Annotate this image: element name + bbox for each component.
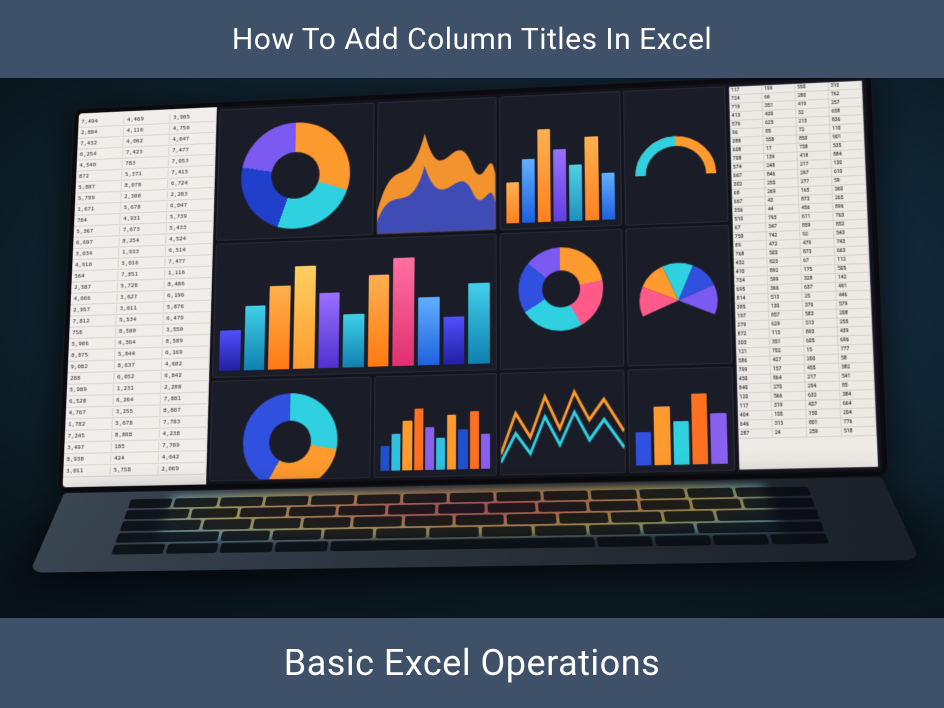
laptop-screen: /*filled below*/ 7,4944,4693,9052,8844,1… <box>63 78 883 487</box>
laptop-screen-frame: /*filled below*/ 7,4944,4693,9052,8844,1… <box>57 78 889 493</box>
laptop-graphic: /*filled below*/ 7,4944,4693,9052,8844,1… <box>35 78 944 618</box>
footer-bar: Basic Excel Operations <box>0 618 944 708</box>
panel-bars-1 <box>499 91 622 230</box>
panel-donut-1 <box>216 102 375 240</box>
panel-gauge-1 <box>623 86 729 225</box>
panel-area-1 <box>376 97 496 235</box>
dashboard-grid: 1171995503107246628076271935141925741343… <box>206 78 882 484</box>
hero-scene: /*filled below*/ 7,4944,4693,9052,8844,1… <box>0 78 944 618</box>
spreadsheet-left: /*filled below*/ 7,4944,4693,9052,8844,1… <box>63 107 217 487</box>
page-title: How To Add Column Titles In Excel <box>232 22 712 57</box>
header-bar: How To Add Column Titles In Excel <box>0 0 944 78</box>
panel-bigbars <box>212 233 497 378</box>
panel-pie-2 <box>499 228 624 370</box>
panel-line-3 <box>500 370 626 476</box>
page-subtitle: Basic Excel Operations <box>284 642 660 684</box>
laptop-keyboard <box>30 477 921 573</box>
panel-bars-4 <box>627 367 735 473</box>
panel-donut-3 <box>209 377 372 482</box>
panel-bars-3 <box>373 373 496 478</box>
spreadsheet-right: 1171995503107246628076271935141925741343… <box>728 80 879 471</box>
panel-fan <box>625 224 732 366</box>
